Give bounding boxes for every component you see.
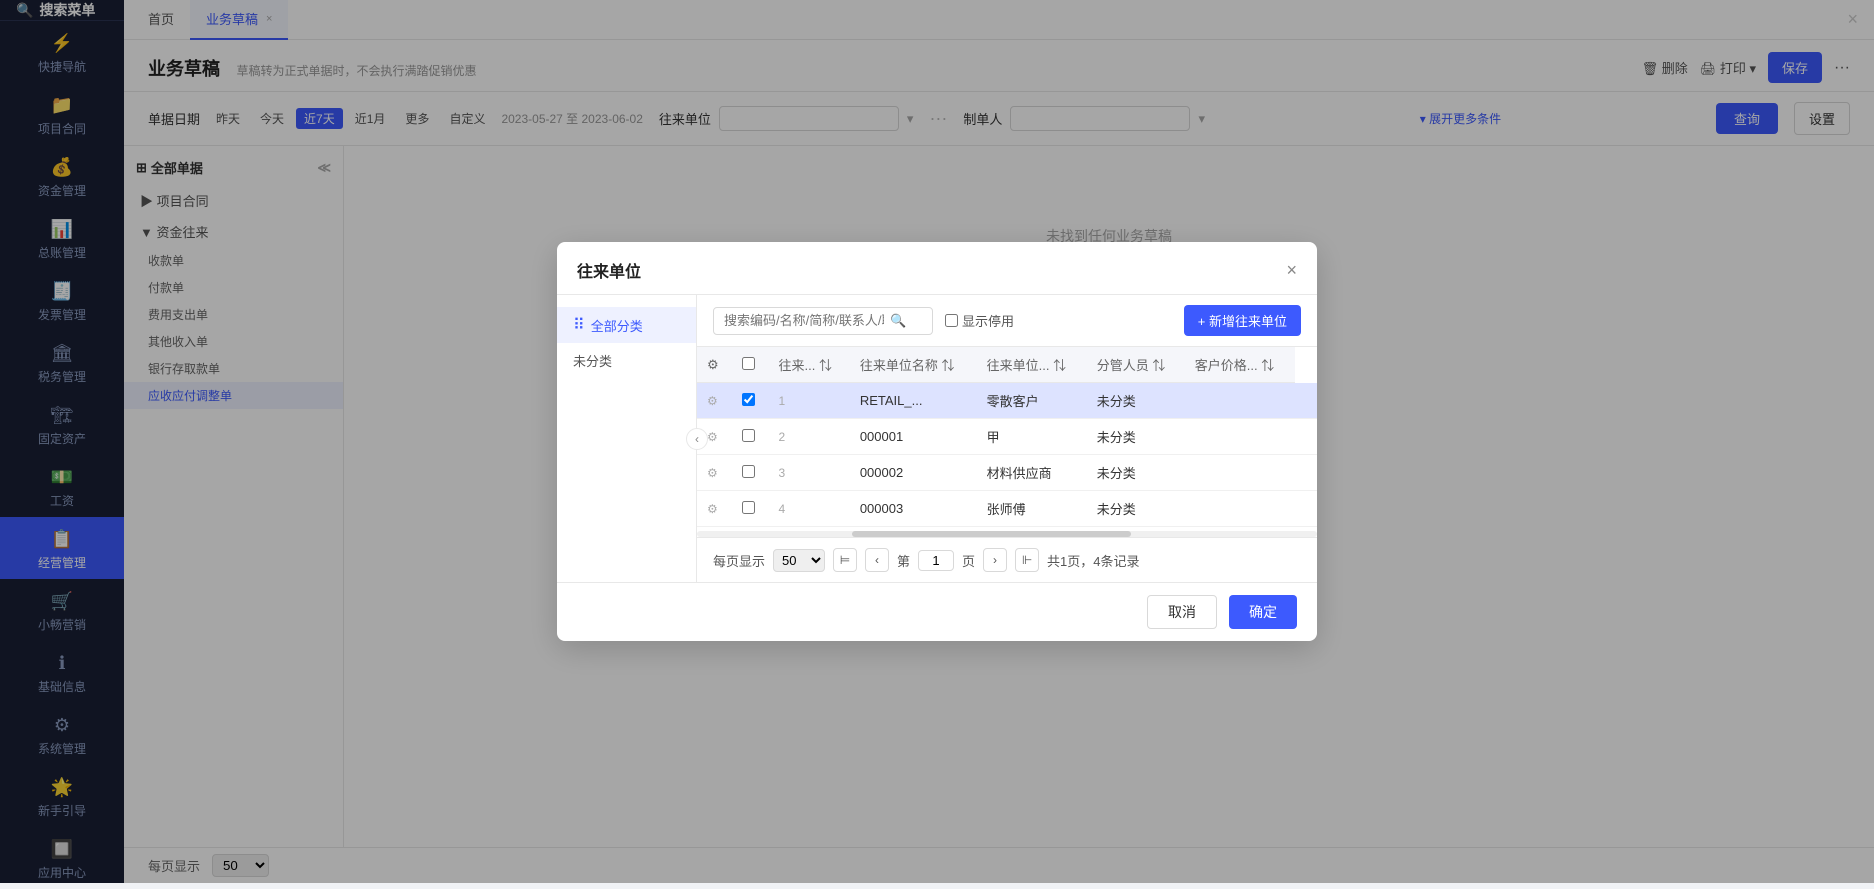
table-row[interactable]: ⚙ 2 000001 甲 未分类: [697, 419, 1317, 455]
row-settings-icon[interactable]: ⚙: [697, 455, 732, 491]
row-checkbox[interactable]: [742, 465, 755, 478]
dialog-panel-collapse-icon[interactable]: ‹: [686, 428, 708, 450]
dialog-search-box: 🔍: [713, 307, 933, 335]
row-name: 张师傅: [977, 491, 1087, 527]
row-num-cell: 1: [769, 383, 850, 419]
add-partner-button[interactable]: + 新增往来单位: [1184, 305, 1301, 336]
table-row[interactable]: ⚙ 4 000003 张师傅 未分类: [697, 491, 1317, 527]
row-num-cell: 4: [769, 491, 850, 527]
row-manager: [1185, 383, 1295, 419]
row-manager: [1185, 491, 1295, 527]
row-settings-icon[interactable]: ⚙: [697, 383, 732, 419]
dialog-body: ⠿ 全部分类 未分类 ‹ 🔍: [557, 295, 1317, 582]
th-checkbox[interactable]: [732, 347, 769, 383]
prev-page-btn[interactable]: ‹: [865, 548, 889, 572]
confirm-button[interactable]: 确定: [1229, 595, 1297, 629]
page-label-after: 页: [962, 551, 975, 570]
table-header-row: ⚙ 往来... ⇅ 往来单位名称 ⇅ 往来单位... ⇅ 分管人员 ⇅ 客户价格…: [697, 347, 1317, 383]
total-info: 共1页，4条记录: [1047, 551, 1139, 570]
dialog-toolbar: 🔍 显示停用 + 新增往来单位: [697, 295, 1317, 347]
th-price[interactable]: 客户价格... ⇅: [1185, 347, 1295, 383]
page-size-select[interactable]: 50 100: [773, 549, 825, 572]
row-checkbox-cell[interactable]: [732, 419, 769, 455]
row-name: 材料供应商: [977, 455, 1087, 491]
row-price: [1295, 491, 1317, 527]
overlay: 往来单位 × ⠿ 全部分类 未分类 ‹: [0, 0, 1874, 883]
category-bullet-icon: ⠿: [573, 315, 585, 335]
row-settings-icon[interactable]: ⚙: [697, 491, 732, 527]
dialog: 往来单位 × ⠿ 全部分类 未分类 ‹: [557, 242, 1317, 641]
row-name: 甲: [977, 419, 1087, 455]
row-code: 000002: [850, 455, 977, 491]
th-name[interactable]: 往来单位名称 ⇅: [850, 347, 977, 383]
row-name: 零散客户: [977, 383, 1087, 419]
scrollbar-thumb: [852, 531, 1131, 537]
row-code: RETAIL_...: [850, 383, 977, 419]
search-icon[interactable]: 🔍: [890, 313, 906, 329]
dialog-close-button[interactable]: ×: [1286, 260, 1297, 281]
horizontal-scrollbar[interactable]: [697, 531, 1317, 537]
dialog-table: ⚙ 往来... ⇅ 往来单位名称 ⇅ 往来单位... ⇅ 分管人员 ⇅ 客户价格…: [697, 347, 1317, 537]
th-settings[interactable]: ⚙: [697, 347, 732, 383]
row-checkbox[interactable]: [742, 501, 755, 514]
row-price: [1295, 419, 1317, 455]
row-price: [1295, 455, 1317, 491]
next-page-btn[interactable]: ›: [983, 548, 1007, 572]
dialog-pagination: 每页显示 50 100 ⊨ ‹ 第 页 › ⊩ 共1页，4条记录: [697, 537, 1317, 582]
show-disabled-label: 显示停用: [945, 311, 1014, 330]
table-row[interactable]: ⚙ 1 RETAIL_... 零散客户 未分类: [697, 383, 1317, 419]
row-checkbox-cell[interactable]: [732, 455, 769, 491]
dialog-search-input[interactable]: [724, 313, 884, 328]
row-num-cell: 3: [769, 455, 850, 491]
dialog-unclassified[interactable]: 未分类: [557, 343, 696, 378]
page-size-label: 每页显示: [713, 551, 765, 570]
show-disabled-checkbox[interactable]: [945, 314, 958, 327]
row-price: [1295, 383, 1317, 419]
th-category[interactable]: 往来单位... ⇅: [977, 347, 1087, 383]
dialog-header: 往来单位 ×: [557, 242, 1317, 295]
table-row[interactable]: ⚙ 3 000002 材料供应商 未分类: [697, 455, 1317, 491]
cancel-button[interactable]: 取消: [1147, 595, 1217, 629]
th-code[interactable]: 往来... ⇅: [769, 347, 850, 383]
row-checkbox[interactable]: [742, 393, 755, 406]
row-manager: [1185, 455, 1295, 491]
dialog-right-panel: 🔍 显示停用 + 新增往来单位 ⚙: [697, 295, 1317, 582]
current-page-input[interactable]: [918, 550, 954, 571]
dialog-title: 往来单位: [577, 258, 641, 282]
row-category: 未分类: [1087, 491, 1185, 527]
row-checkbox-cell[interactable]: [732, 383, 769, 419]
row-category: 未分类: [1087, 383, 1185, 419]
row-checkbox-cell[interactable]: [732, 491, 769, 527]
row-category: 未分类: [1087, 419, 1185, 455]
row-code: 000001: [850, 419, 977, 455]
first-page-btn[interactable]: ⊨: [833, 548, 857, 572]
last-page-btn[interactable]: ⊩: [1015, 548, 1039, 572]
row-manager: [1185, 419, 1295, 455]
dialog-all-categories[interactable]: ⠿ 全部分类: [557, 307, 696, 343]
row-num-cell: 2: [769, 419, 850, 455]
dialog-footer: 取消 确定: [557, 582, 1317, 641]
row-code: 000003: [850, 491, 977, 527]
row-category: 未分类: [1087, 455, 1185, 491]
page-label-before: 第: [897, 551, 910, 570]
dialog-left-panel: ⠿ 全部分类 未分类 ‹: [557, 295, 697, 582]
row-checkbox[interactable]: [742, 429, 755, 442]
select-all-checkbox[interactable]: [742, 357, 755, 370]
th-manager[interactable]: 分管人员 ⇅: [1087, 347, 1185, 383]
